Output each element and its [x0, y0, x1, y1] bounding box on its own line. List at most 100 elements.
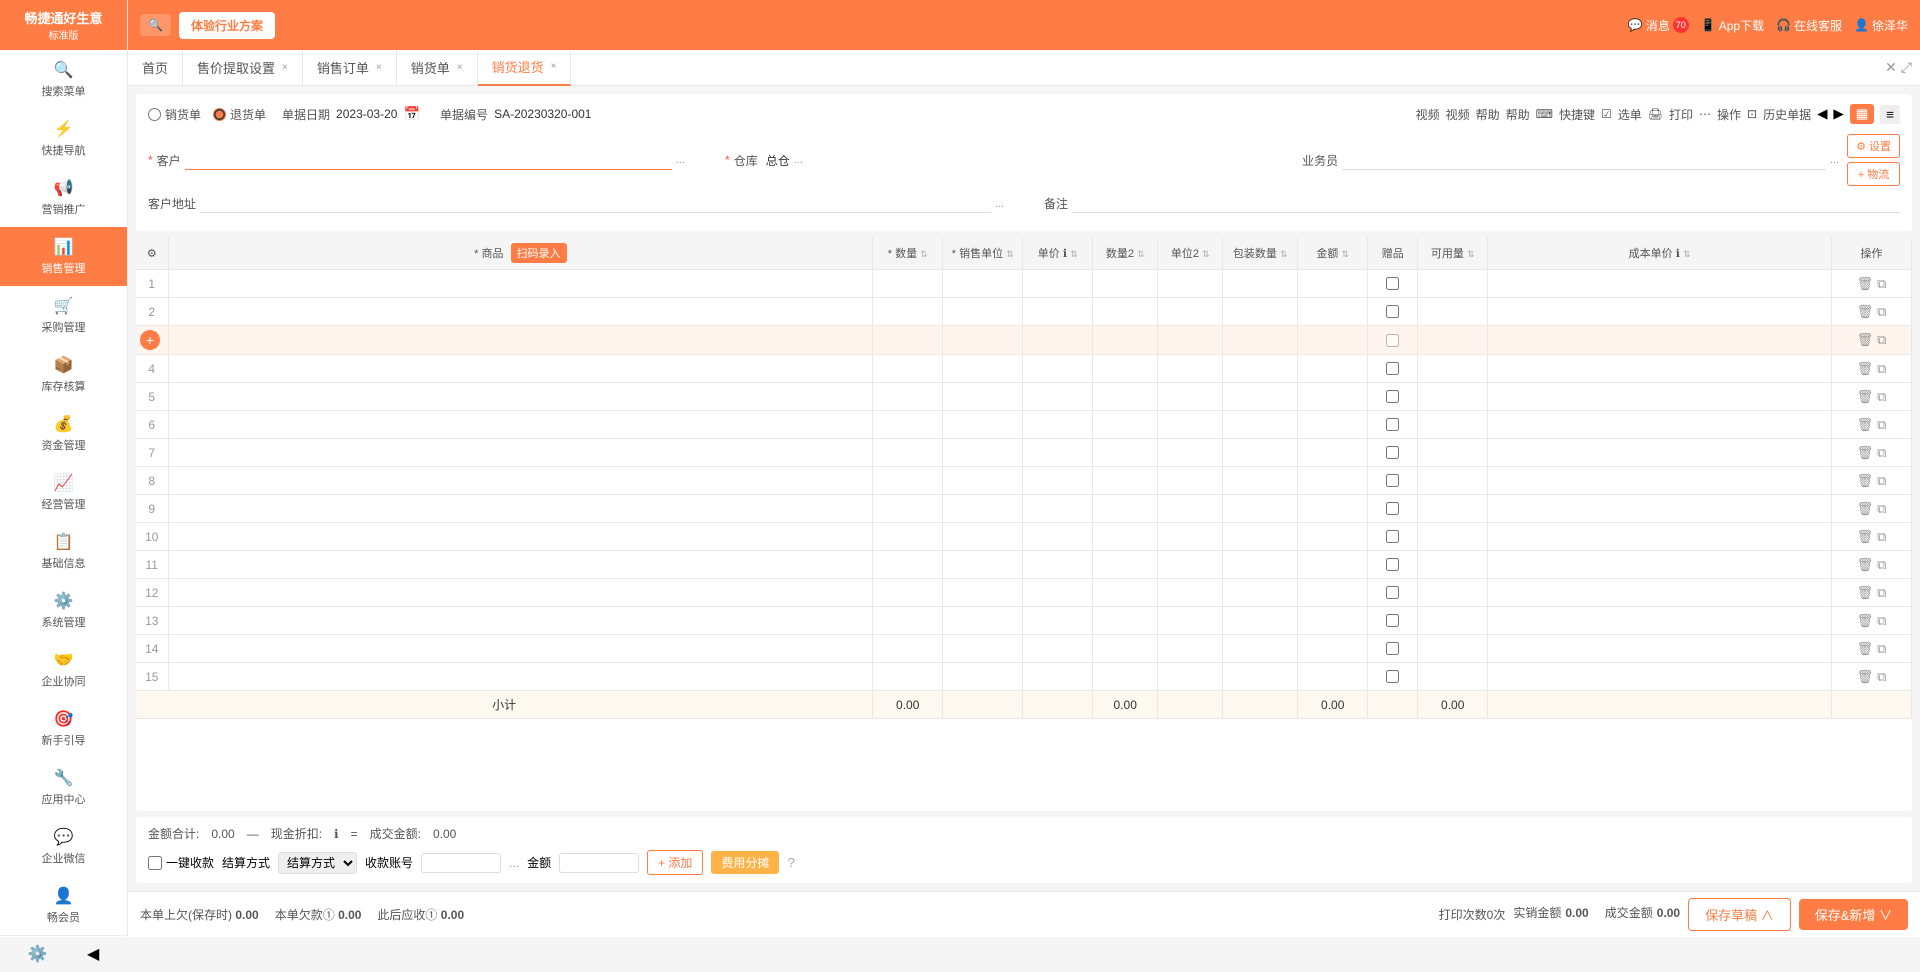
gift-cell[interactable] [1368, 635, 1418, 663]
account-input[interactable] [421, 853, 501, 873]
sidebar-item-sales[interactable]: 📊 销售管理 [0, 227, 127, 286]
quantity-cell[interactable] [873, 607, 943, 635]
cost-price-cell[interactable] [1488, 495, 1832, 523]
available-cell[interactable] [1418, 551, 1488, 579]
gift-checkbox[interactable] [1386, 362, 1399, 375]
available-cell[interactable] [1418, 326, 1488, 355]
pack-qty-cell[interactable] [1223, 579, 1298, 607]
one-click-item[interactable]: 一键收款 [148, 854, 214, 871]
sidebar-item-search[interactable]: 🔍 搜索菜单 [0, 50, 127, 109]
select-btn[interactable]: ☑ [1601, 107, 1612, 121]
logistics-btn[interactable]: + 物流 [1847, 162, 1900, 186]
quantity-cell[interactable] [873, 495, 943, 523]
prev-record-btn[interactable]: ◀ [1817, 106, 1827, 122]
gift-cell[interactable] [1368, 326, 1418, 355]
quantity-cell[interactable] [873, 411, 943, 439]
unit2-cell[interactable] [1158, 607, 1223, 635]
unit-price-cell[interactable] [1023, 607, 1093, 635]
gift-cell[interactable] [1368, 467, 1418, 495]
qty2-cell[interactable] [1093, 579, 1158, 607]
amount-cell[interactable] [1298, 298, 1368, 326]
split-help-btn[interactable]: ? [787, 855, 794, 870]
tab-price-settings[interactable]: 售价提取设置 × [183, 50, 303, 86]
quantity-cell[interactable] [873, 355, 943, 383]
sidebar-item-quicknav[interactable]: ⚡ 快捷导航 [0, 109, 127, 168]
cost-price-cell[interactable] [1488, 607, 1832, 635]
topbar-search[interactable]: 🔍 [140, 14, 171, 36]
customer-more-btn[interactable]: ... [676, 154, 685, 166]
quantity-cell[interactable] [873, 298, 943, 326]
sidebar-item-collab[interactable]: 🤝 企业协同 [0, 640, 127, 699]
delete-row-btn[interactable]: 🗑 [1857, 389, 1874, 405]
unit-price-cell[interactable] [1023, 579, 1093, 607]
product-cell[interactable] [168, 383, 873, 411]
sales-unit-cell[interactable] [943, 383, 1023, 411]
sidebar-item-marketing[interactable]: 📢 营销推广 [0, 168, 127, 227]
cost-price-cell[interactable] [1488, 326, 1832, 355]
unit2-cell[interactable] [1158, 439, 1223, 467]
unit2-cell[interactable] [1158, 579, 1223, 607]
copy-row-btn[interactable]: ⧉ [1877, 417, 1886, 433]
message-btn[interactable]: 💬 消息 70 [1628, 17, 1689, 34]
shortcut-btn[interactable]: ⌨ [1536, 107, 1553, 121]
sidebar-item-inventory[interactable]: 📦 库存核算 [0, 345, 127, 404]
pack-qty-cell[interactable] [1223, 355, 1298, 383]
product-cell[interactable] [168, 663, 873, 691]
unit2-cell[interactable] [1158, 467, 1223, 495]
pack-qty-cell[interactable] [1223, 635, 1298, 663]
sidebar-item-member[interactable]: 👤 畅会员 [0, 876, 127, 935]
collapse-btn[interactable]: ◀ [87, 944, 99, 964]
copy-row-btn[interactable]: ⧉ [1877, 557, 1886, 573]
close-tab-sales[interactable]: × [457, 62, 463, 73]
sidebar-item-system[interactable]: ⚙️ 系统管理 [0, 581, 127, 640]
unit-price-cell[interactable] [1023, 495, 1093, 523]
available-cell[interactable] [1418, 607, 1488, 635]
account-more-btn[interactable]: ... [509, 856, 519, 870]
amount-cell[interactable] [1298, 663, 1368, 691]
sidebar-item-operation[interactable]: 📈 经营管理 [0, 463, 127, 522]
qty2-cell[interactable] [1093, 270, 1158, 298]
qty2-cell[interactable] [1093, 607, 1158, 635]
gift-checkbox[interactable] [1386, 390, 1399, 403]
sales-unit-cell[interactable] [943, 467, 1023, 495]
gift-checkbox[interactable] [1386, 474, 1399, 487]
delete-row-btn[interactable]: 🗑 [1857, 557, 1874, 573]
cost-price-cell[interactable] [1488, 551, 1832, 579]
product-cell[interactable] [168, 298, 873, 326]
amount-cell[interactable] [1298, 383, 1368, 411]
unit2-cell[interactable] [1158, 270, 1223, 298]
amount-cell[interactable] [1298, 635, 1368, 663]
quantity-cell[interactable] [873, 523, 943, 551]
amount-input[interactable] [559, 853, 639, 873]
unit2-cell[interactable] [1158, 551, 1223, 579]
amount-cell[interactable] [1298, 607, 1368, 635]
qty2-cell[interactable] [1093, 355, 1158, 383]
gift-cell[interactable] [1368, 355, 1418, 383]
gift-cell[interactable] [1368, 383, 1418, 411]
quantity-cell[interactable] [873, 579, 943, 607]
available-cell[interactable] [1418, 270, 1488, 298]
unit2-cell[interactable] [1158, 355, 1223, 383]
gift-checkbox[interactable] [1386, 446, 1399, 459]
sales-unit-cell[interactable] [943, 551, 1023, 579]
qty2-cell[interactable] [1093, 551, 1158, 579]
sales-unit-cell[interactable] [943, 439, 1023, 467]
quantity-cell[interactable] [873, 270, 943, 298]
tab-sales-return[interactable]: 销货退货 × [478, 50, 572, 86]
unit2-cell[interactable] [1158, 523, 1223, 551]
customer-input[interactable] [185, 151, 672, 170]
app-download-btn[interactable]: 📱 App下载 [1701, 17, 1764, 34]
pack-qty-cell[interactable] [1223, 298, 1298, 326]
cost-price-cell[interactable] [1488, 411, 1832, 439]
product-cell[interactable] [168, 467, 873, 495]
amount-cell[interactable] [1298, 439, 1368, 467]
radio-return[interactable]: 退货单 [213, 106, 266, 123]
product-cell[interactable] [168, 495, 873, 523]
quantity-cell[interactable] [873, 635, 943, 663]
available-cell[interactable] [1418, 663, 1488, 691]
delete-row-btn[interactable]: 🗑 [1857, 529, 1874, 545]
product-cell[interactable] [168, 355, 873, 383]
history-btn[interactable]: ⊡ [1747, 107, 1757, 121]
cost-price-cell[interactable] [1488, 439, 1832, 467]
product-cell[interactable] [168, 523, 873, 551]
